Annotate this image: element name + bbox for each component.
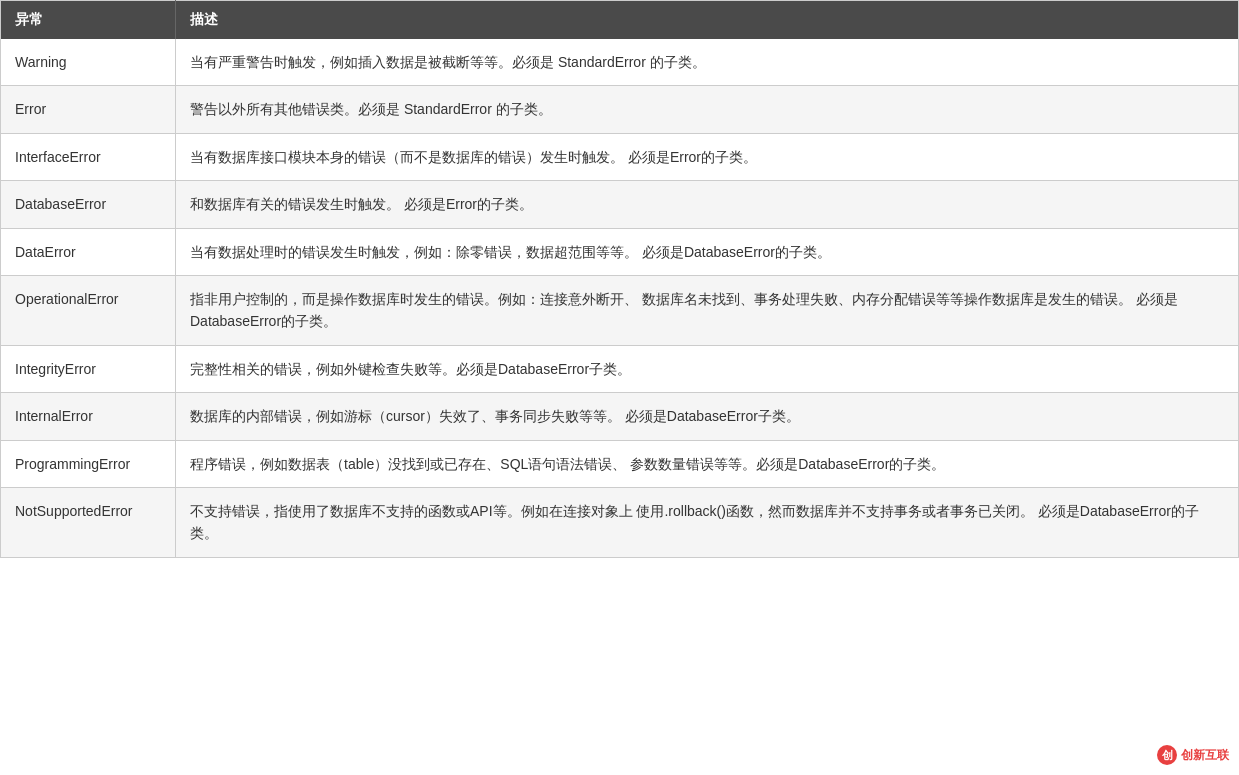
watermark-icon: 创 [1157,745,1177,765]
exceptions-table: 异常 描述 Warning当有严重警告时触发，例如插入数据是被截断等等。必须是 … [0,0,1239,558]
exception-description: 数据库的内部错误，例如游标（cursor）失效了、事务同步失败等等。 必须是Da… [176,393,1239,440]
table-header-row: 异常 描述 [1,1,1239,40]
exception-name: InterfaceError [1,133,176,180]
table-row: Warning当有严重警告时触发，例如插入数据是被截断等等。必须是 Standa… [1,39,1239,86]
table-row: ProgrammingError程序错误，例如数据表（table）没找到或已存在… [1,440,1239,487]
table-row: InternalError数据库的内部错误，例如游标（cursor）失效了、事务… [1,393,1239,440]
table-row: InterfaceError当有数据库接口模块本身的错误（而不是数据库的错误）发… [1,133,1239,180]
exception-description: 程序错误，例如数据表（table）没找到或已存在、SQL语句语法错误、 参数数量… [176,440,1239,487]
main-container: 异常 描述 Warning当有严重警告时触发，例如插入数据是被截断等等。必须是 … [0,0,1239,775]
exception-name: DataError [1,228,176,275]
exception-description: 当有数据处理时的错误发生时触发，例如：除零错误，数据超范围等等。 必须是Data… [176,228,1239,275]
header-exception: 异常 [1,1,176,40]
table-row: DataError当有数据处理时的错误发生时触发，例如：除零错误，数据超范围等等… [1,228,1239,275]
table-row: IntegrityError完整性相关的错误，例如外键检查失败等。必须是Data… [1,345,1239,392]
table-row: OperationalError指非用户控制的，而是操作数据库时发生的错误。例如… [1,275,1239,345]
exception-name: InternalError [1,393,176,440]
exception-name: Warning [1,39,176,86]
exception-name: Error [1,86,176,133]
table-row: DatabaseError和数据库有关的错误发生时触发。 必须是Error的子类… [1,181,1239,228]
header-description: 描述 [176,1,1239,40]
watermark: 创 创新互联 [1157,745,1229,765]
exception-description: 和数据库有关的错误发生时触发。 必须是Error的子类。 [176,181,1239,228]
table-row: Error警告以外所有其他错误类。必须是 StandardError 的子类。 [1,86,1239,133]
exception-description: 当有严重警告时触发，例如插入数据是被截断等等。必须是 StandardError… [176,39,1239,86]
exception-description: 当有数据库接口模块本身的错误（而不是数据库的错误）发生时触发。 必须是Error… [176,133,1239,180]
exception-name: NotSupportedError [1,487,176,557]
exception-name: IntegrityError [1,345,176,392]
exception-name: DatabaseError [1,181,176,228]
exception-description: 完整性相关的错误，例如外键检查失败等。必须是DatabaseError子类。 [176,345,1239,392]
table-row: NotSupportedError不支持错误，指使用了数据库不支持的函数或API… [1,487,1239,557]
exception-name: ProgrammingError [1,440,176,487]
exception-description: 指非用户控制的，而是操作数据库时发生的错误。例如：连接意外断开、 数据库名未找到… [176,275,1239,345]
exception-description: 不支持错误，指使用了数据库不支持的函数或API等。例如在连接对象上 使用.rol… [176,487,1239,557]
exception-name: OperationalError [1,275,176,345]
watermark-label: 创新互联 [1181,747,1229,764]
exception-description: 警告以外所有其他错误类。必须是 StandardError 的子类。 [176,86,1239,133]
